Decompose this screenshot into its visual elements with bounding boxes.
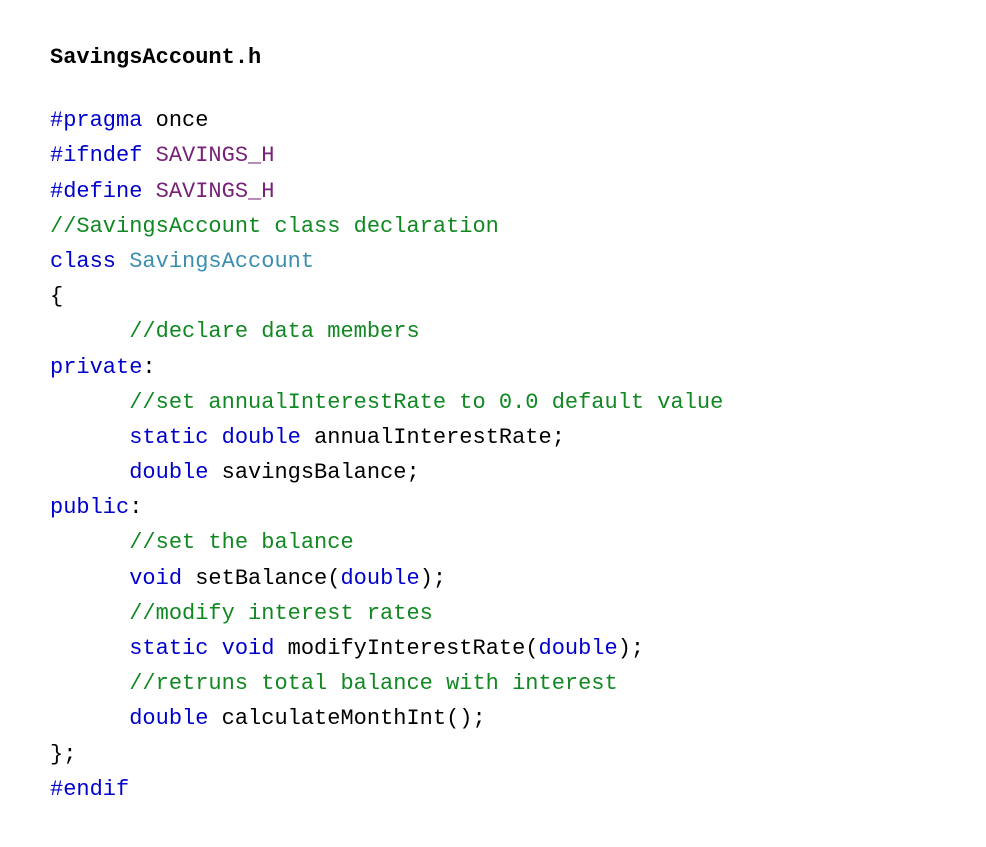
indent (50, 566, 129, 591)
code-line: class SavingsAccount (50, 249, 314, 274)
code-line: #ifndef SAVINGS_H (50, 143, 274, 168)
keyword: double (129, 460, 208, 485)
identifier: savingsBalance; (222, 460, 420, 485)
code-block: #pragma once #ifndef SAVINGS_H #define S… (50, 103, 936, 807)
code-line: //declare data members (50, 319, 420, 344)
space (208, 706, 221, 731)
colon: : (142, 355, 155, 380)
keyword: class (50, 249, 116, 274)
comment: //set annualInterestRate to 0.0 default … (129, 390, 723, 415)
brace: }; (50, 742, 76, 767)
space (208, 460, 221, 485)
keyword: static (129, 425, 208, 450)
colon: : (129, 495, 142, 520)
identifier: setBalance( (195, 566, 340, 591)
code-line: static double annualInterestRate; (50, 425, 565, 450)
space (208, 425, 221, 450)
comment: //retruns total balance with interest (129, 671, 617, 696)
code-line: #define SAVINGS_H (50, 179, 274, 204)
code-line: //SavingsAccount class declaration (50, 214, 499, 239)
code-line: #pragma once (50, 108, 208, 133)
space (274, 636, 287, 661)
keyword: double (539, 636, 618, 661)
comment: //modify interest rates (129, 601, 433, 626)
indent (50, 425, 129, 450)
code-line: private: (50, 355, 156, 380)
space (301, 425, 314, 450)
code-line: //retruns total balance with interest (50, 671, 618, 696)
keyword: public (50, 495, 129, 520)
file-title: SavingsAccount.h (50, 40, 936, 75)
code-line: //set the balance (50, 530, 354, 555)
indent (50, 706, 129, 731)
identifier: annualInterestRate; (314, 425, 565, 450)
macro-name: SAVINGS_H (156, 143, 275, 168)
keyword: double (129, 706, 208, 731)
brace: { (50, 284, 63, 309)
identifier: calculateMonthInt(); (222, 706, 486, 731)
identifier: ); (420, 566, 446, 591)
code-line: public: (50, 495, 142, 520)
indent (50, 636, 129, 661)
preprocessor: #endif (50, 777, 129, 802)
preprocessor: #ifndef (50, 143, 142, 168)
keyword: static (129, 636, 208, 661)
code-line: static void modifyInterestRate(double); (50, 636, 644, 661)
code-line: #endif (50, 777, 129, 802)
text: once (142, 108, 208, 133)
indent (50, 601, 129, 626)
keyword: double (222, 425, 301, 450)
code-line: //modify interest rates (50, 601, 433, 626)
code-line: void setBalance(double); (50, 566, 446, 591)
keyword: void (129, 566, 182, 591)
keyword: void (222, 636, 275, 661)
space (142, 179, 155, 204)
space (116, 249, 129, 274)
code-line: //set annualInterestRate to 0.0 default … (50, 390, 723, 415)
identifier: modifyInterestRate( (288, 636, 539, 661)
indent (50, 460, 129, 485)
indent (50, 319, 129, 344)
preprocessor: #define (50, 179, 142, 204)
code-line: double calculateMonthInt(); (50, 706, 486, 731)
code-line: }; (50, 742, 76, 767)
type-name: SavingsAccount (129, 249, 314, 274)
code-line: double savingsBalance; (50, 460, 420, 485)
preprocessor: #pragma (50, 108, 142, 133)
keyword: private (50, 355, 142, 380)
comment: //declare data members (129, 319, 419, 344)
indent (50, 671, 129, 696)
identifier: ); (618, 636, 644, 661)
keyword: double (340, 566, 419, 591)
code-line: { (50, 284, 63, 309)
indent (50, 390, 129, 415)
comment: //SavingsAccount class declaration (50, 214, 499, 239)
macro-name: SAVINGS_H (156, 179, 275, 204)
comment: //set the balance (129, 530, 353, 555)
space (142, 143, 155, 168)
space (208, 636, 221, 661)
indent (50, 530, 129, 555)
space (182, 566, 195, 591)
